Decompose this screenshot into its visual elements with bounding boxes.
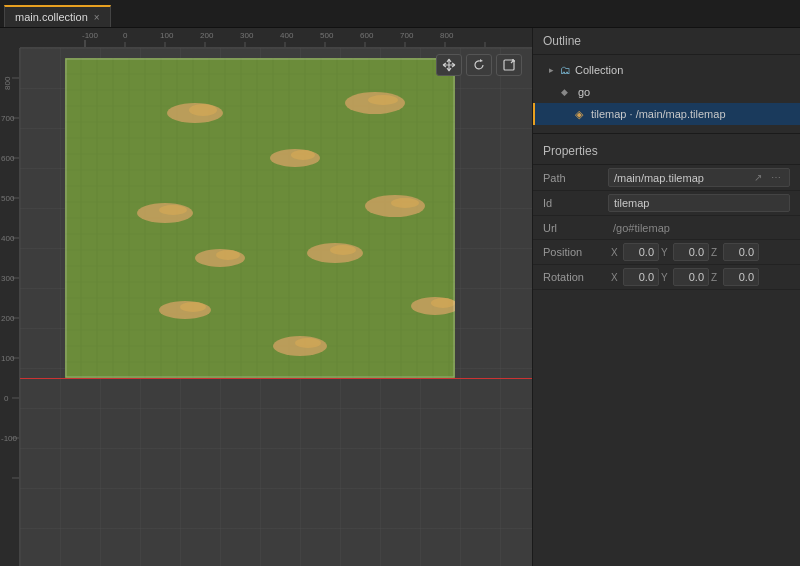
svg-point-100 xyxy=(216,250,240,260)
prop-row-rotation: Rotation X 0.0 Y 0.0 Z 0.0 xyxy=(533,265,800,290)
svg-text:400: 400 xyxy=(280,31,294,40)
tree-item-collection[interactable]: ▸ 🗂 Collection xyxy=(533,59,800,81)
url-label: Url xyxy=(543,222,608,234)
svg-text:300: 300 xyxy=(1,274,15,283)
url-value: /go#tilemap xyxy=(608,220,790,236)
rot-x-axis: X xyxy=(611,272,621,283)
svg-point-98 xyxy=(391,198,419,208)
id-value[interactable]: tilemap xyxy=(608,194,790,212)
rotation-x-field[interactable]: 0.0 xyxy=(623,268,659,286)
move-tool-button[interactable] xyxy=(436,54,462,76)
svg-point-108 xyxy=(295,338,321,348)
path-label: Path xyxy=(543,172,608,184)
rotation-label: Rotation xyxy=(543,271,608,283)
svg-text:500: 500 xyxy=(320,31,334,40)
pos-x-axis: X xyxy=(611,247,621,258)
properties-section: Properties Path /main/map.tilemap ↗ ⋯ Id… xyxy=(533,138,800,566)
tree-item-tilemap[interactable]: ◈ tilemap · /main/map.tilemap xyxy=(533,103,800,125)
pos-z-axis: Z xyxy=(711,247,721,258)
panel-divider-1 xyxy=(533,133,800,134)
tilemap-viewport[interactable] xyxy=(65,58,455,378)
svg-point-96 xyxy=(159,205,187,215)
position-y-field[interactable]: 0.0 xyxy=(673,243,709,261)
svg-point-102 xyxy=(330,245,356,255)
svg-text:200: 200 xyxy=(200,31,214,40)
outline-tree: ▸ 🗂 Collection ◆ go ◈ tilemap · /main/ma… xyxy=(533,55,800,129)
svg-text:400: 400 xyxy=(1,234,15,243)
svg-text:300: 300 xyxy=(240,31,254,40)
right-panel: Outline ▸ 🗂 Collection ◆ go ◈ tilemap · … xyxy=(532,28,800,566)
rot-z-axis: Z xyxy=(711,272,721,283)
svg-text:800: 800 xyxy=(3,76,12,90)
tree-item-go[interactable]: ◆ go xyxy=(533,81,800,103)
origin-h-line xyxy=(20,378,532,379)
collection-icon: 🗂 xyxy=(560,64,571,76)
main-area: -100 0 100 200 300 400 500 600 700 800 xyxy=(0,28,800,566)
svg-text:-100: -100 xyxy=(82,31,99,40)
svg-point-104 xyxy=(180,302,206,312)
tab-label: main.collection xyxy=(15,11,88,23)
rotation-y-field[interactable]: 0.0 xyxy=(673,268,709,286)
outline-header: Outline xyxy=(533,28,800,55)
editor-toolbar xyxy=(436,54,522,76)
tab-main-collection[interactable]: main.collection × xyxy=(4,5,111,27)
position-label: Position xyxy=(543,246,608,258)
pos-y-axis: Y xyxy=(661,247,671,258)
rotate-tool-button[interactable] xyxy=(466,54,492,76)
path-navigate-button[interactable]: ↗ xyxy=(751,171,765,184)
collection-label: Collection xyxy=(575,64,623,76)
svg-point-92 xyxy=(368,95,398,105)
id-label: Id xyxy=(543,197,608,209)
svg-point-90 xyxy=(189,104,217,116)
tab-close-button[interactable]: × xyxy=(94,12,100,23)
svg-text:700: 700 xyxy=(400,31,414,40)
position-coords: X 0.0 Y 0.0 Z 0.0 xyxy=(611,243,790,261)
path-icons: ↗ ⋯ xyxy=(751,171,784,184)
svg-text:500: 500 xyxy=(1,194,15,203)
expand-icon-go: ◆ xyxy=(561,87,568,97)
svg-text:700: 700 xyxy=(1,114,15,123)
ruler-left: 800 700 600 500 400 300 200 100 0 -100 xyxy=(0,48,20,566)
tilemap-icon: ◈ xyxy=(575,108,583,121)
editor-panel: -100 0 100 200 300 400 500 600 700 800 xyxy=(0,28,532,566)
position-x-field[interactable]: 0.0 xyxy=(623,243,659,261)
properties-header: Properties xyxy=(533,138,800,165)
svg-text:0: 0 xyxy=(123,31,128,40)
svg-text:600: 600 xyxy=(360,31,374,40)
scale-tool-button[interactable] xyxy=(496,54,522,76)
svg-point-94 xyxy=(291,150,315,160)
rotation-coords: X 0.0 Y 0.0 Z 0.0 xyxy=(611,268,790,286)
svg-text:100: 100 xyxy=(1,354,15,363)
path-value[interactable]: /main/map.tilemap ↗ ⋯ xyxy=(608,168,790,187)
svg-text:200: 200 xyxy=(1,314,15,323)
svg-point-106 xyxy=(431,298,455,308)
canvas-area[interactable] xyxy=(20,48,532,566)
ruler-corner xyxy=(0,28,20,48)
rot-y-axis: Y xyxy=(661,272,671,283)
svg-text:100: 100 xyxy=(160,31,174,40)
ruler-top: -100 0 100 200 300 400 500 600 700 800 xyxy=(20,28,532,48)
path-menu-button[interactable]: ⋯ xyxy=(768,171,784,184)
prop-row-position: Position X 0.0 Y 0.0 Z 0.0 xyxy=(533,240,800,265)
tab-bar: main.collection × xyxy=(0,0,800,28)
svg-text:600: 600 xyxy=(1,154,15,163)
go-label: go xyxy=(578,86,590,98)
position-z-field[interactable]: 0.0 xyxy=(723,243,759,261)
expand-icon: ▸ xyxy=(549,65,554,75)
svg-text:-100: -100 xyxy=(1,434,18,443)
rotation-z-field[interactable]: 0.0 xyxy=(723,268,759,286)
svg-text:800: 800 xyxy=(440,31,454,40)
prop-row-url: Url /go#tilemap xyxy=(533,216,800,240)
tilemap-label: tilemap · /main/map.tilemap xyxy=(591,108,726,120)
svg-text:0: 0 xyxy=(4,394,9,403)
prop-row-path: Path /main/map.tilemap ↗ ⋯ xyxy=(533,165,800,191)
prop-row-id: Id tilemap xyxy=(533,191,800,216)
